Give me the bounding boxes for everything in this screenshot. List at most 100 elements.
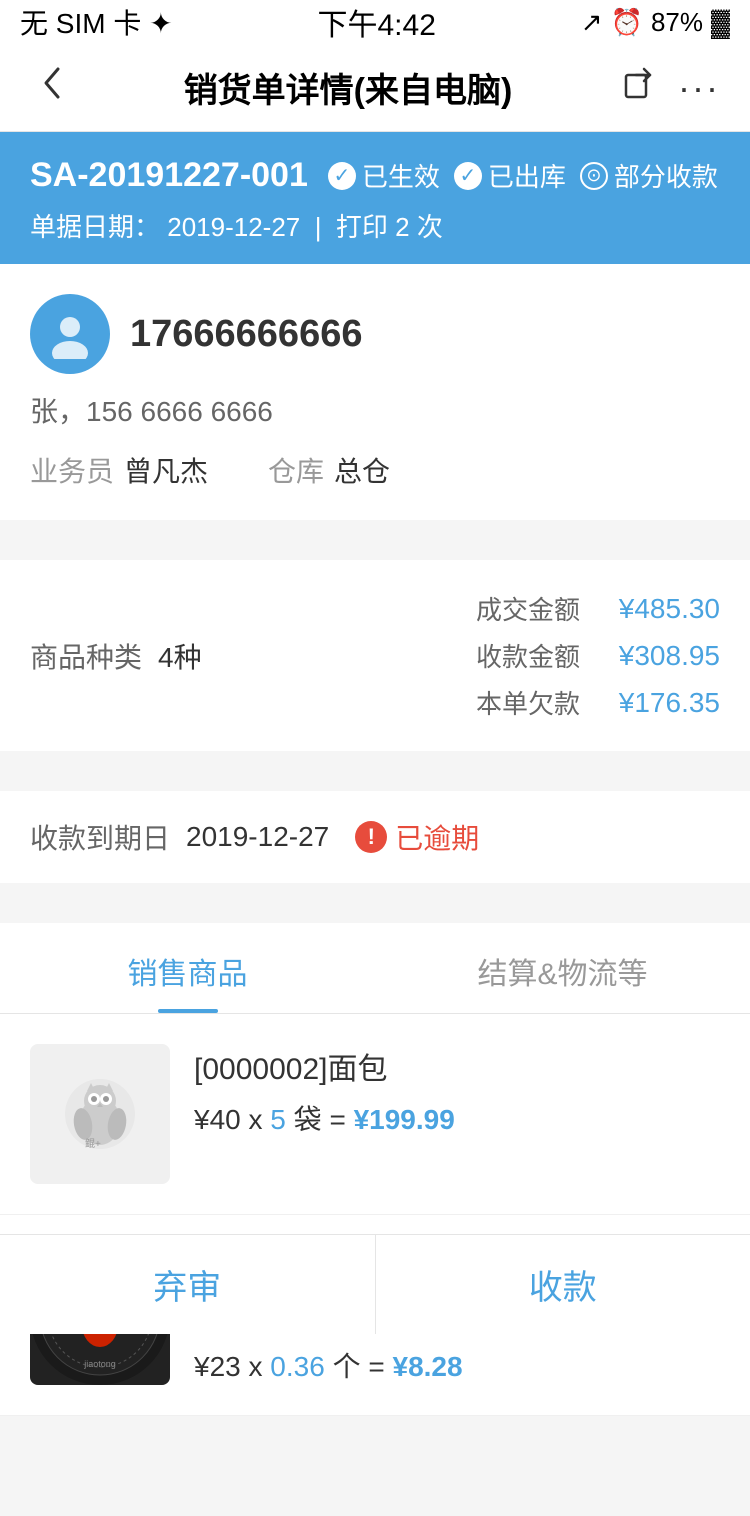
type-label: 商品种类 xyxy=(30,636,142,676)
status-right: ↗ ⏰ 87% ▓ xyxy=(581,7,730,38)
customer-name: 17666666666 xyxy=(130,313,362,356)
product-qty-1: 5 xyxy=(270,1104,286,1135)
share-icon[interactable] xyxy=(622,65,658,110)
due-date-value: 2019-12-27 xyxy=(186,821,329,853)
alarm-icon: ⏰ xyxy=(611,7,643,38)
battery-icon: ▓ xyxy=(711,7,730,38)
sales-label: 业务员 xyxy=(30,450,114,490)
badge-effective-label: 已生效 xyxy=(362,157,440,194)
tab-settlement-label: 结算&物流等 xyxy=(477,958,647,991)
status-bar: 无 SIM 卡 ✦ 下午4:42 ↗ ⏰ 87% ▓ xyxy=(0,0,750,44)
back-button[interactable] xyxy=(30,55,74,120)
warehouse-value: 总仓 xyxy=(334,450,390,490)
svg-text:鲲+: 鲲+ xyxy=(85,1137,101,1150)
battery-text: 87% xyxy=(651,7,703,38)
customer-meta: 业务员 曾凡杰 仓库 总仓 xyxy=(30,450,720,490)
tab-settlement[interactable]: 结算&物流等 xyxy=(375,923,750,1013)
check-icon-effective: ✓ xyxy=(328,162,356,190)
received-value: ¥308.95 xyxy=(600,640,720,672)
product-price-row-2: ¥23 x 0.36 个 = ¥8.28 xyxy=(194,1345,720,1385)
product-equals-1: = xyxy=(329,1104,353,1135)
clock-icon: ⊙ xyxy=(580,162,608,190)
overdue-text: 已逾期 xyxy=(395,817,479,857)
cancel-review-button[interactable]: 弃审 xyxy=(0,1235,376,1334)
warehouse: 仓库 总仓 xyxy=(268,450,390,490)
due-date-section: 收款到期日 2019-12-27 ! 已逾期 xyxy=(0,791,750,883)
badge-shipped: ✓ 已出库 xyxy=(454,157,566,194)
page-title: 销货单详情(来自电脑) xyxy=(184,63,513,112)
collect-payment-button[interactable]: 收款 xyxy=(376,1235,750,1334)
debt-row: 本单欠款 ¥176.35 xyxy=(476,684,720,721)
order-id: SA-20191227-001 xyxy=(30,156,308,195)
badge-partial-label: 部分收款 xyxy=(614,157,718,194)
product-type-count: 商品种类 4种 xyxy=(30,636,476,676)
nav-actions: ··· xyxy=(622,65,720,110)
product-multiply-1: x xyxy=(249,1104,271,1135)
debt-value: ¥176.35 xyxy=(600,687,720,719)
divider-1 xyxy=(0,520,750,540)
tab-products-label: 销售商品 xyxy=(128,958,248,991)
sales-person: 业务员 曾凡杰 xyxy=(30,450,208,490)
financial-stats: 成交金额 ¥485.30 收款金额 ¥308.95 本单欠款 ¥176.35 xyxy=(476,590,720,721)
product-unit-2: 个 xyxy=(333,1351,361,1382)
badge-shipped-label: 已出库 xyxy=(488,157,566,194)
sales-value: 曾凡杰 xyxy=(124,450,208,490)
check-icon-shipped: ✓ xyxy=(454,162,482,190)
status-time: 下午4:42 xyxy=(318,0,436,44)
product-unit-1: 袋 xyxy=(294,1104,322,1135)
order-date: 2019-12-27 xyxy=(167,212,300,242)
date-label: 单据日期： xyxy=(30,212,160,242)
tab-products[interactable]: 销售商品 xyxy=(0,923,375,1013)
product-price-1: ¥40 xyxy=(194,1104,241,1135)
product-qty-2: 0.36 xyxy=(270,1351,325,1382)
tab-bar: 销售商品 结算&物流等 xyxy=(0,923,750,1014)
overdue-icon: ! xyxy=(355,821,387,853)
divider-2 xyxy=(0,751,750,771)
stats-section: 商品种类 4种 成交金额 ¥485.30 收款金额 ¥308.95 本单欠款 ¥… xyxy=(0,560,750,751)
more-icon[interactable]: ··· xyxy=(678,67,720,109)
order-header-banner: SA-20191227-001 ✓ 已生效 ✓ 已出库 ⊙ 部分收款 单据日期：… xyxy=(0,132,750,264)
product-image-owl: 鲲+ xyxy=(55,1069,145,1159)
product-info-1: [0000002]面包 ¥40 x 5 袋 = ¥199.99 xyxy=(194,1044,720,1138)
customer-section: 17666666666 张，156 6666 6666 业务员 曾凡杰 仓库 总… xyxy=(0,264,750,520)
print-suffix: 次 xyxy=(417,212,443,242)
product-thumbnail-1: 鲲+ xyxy=(30,1044,170,1184)
product-total-2: ¥8.28 xyxy=(393,1351,463,1382)
product-list: 鲲+ [0000002]面包 ¥40 x 5 袋 = ¥199.99 xyxy=(0,1014,750,1416)
product-price-row-1: ¥40 x 5 袋 = ¥199.99 xyxy=(194,1098,720,1138)
nav-bar: 销货单详情(来自电脑) ··· xyxy=(0,44,750,132)
badge-effective: ✓ 已生效 xyxy=(328,157,440,194)
received-row: 收款金额 ¥308.95 xyxy=(476,637,720,674)
order-date-line: 单据日期： 2019-12-27 | 打印 2 次 xyxy=(30,207,720,244)
product-item: 鲲+ [0000002]面包 ¥40 x 5 袋 = ¥199.99 xyxy=(0,1014,750,1215)
cancel-review-label: 弃审 xyxy=(153,1260,221,1309)
collect-payment-label: 收款 xyxy=(529,1260,597,1309)
overdue-badge: ! 已逾期 xyxy=(355,817,479,857)
product-equals-2: = xyxy=(368,1351,392,1382)
product-multiply-2: x xyxy=(249,1351,271,1382)
amount-label: 成交金额 xyxy=(476,590,580,627)
divider-3 xyxy=(0,883,750,903)
print-count: 2 xyxy=(395,212,409,242)
received-label: 收款金额 xyxy=(476,637,580,674)
location-icon: ↗ xyxy=(581,7,603,38)
debt-label: 本单欠款 xyxy=(476,684,580,721)
customer-avatar xyxy=(30,294,110,374)
product-total-1: ¥199.99 xyxy=(354,1104,455,1135)
status-left: 无 SIM 卡 ✦ xyxy=(20,2,173,42)
tab-underline xyxy=(158,1009,218,1013)
amount-row: 成交金额 ¥485.30 xyxy=(476,590,720,627)
print-label: 打印 xyxy=(336,212,388,242)
amount-value: ¥485.30 xyxy=(600,593,720,625)
due-label: 收款到期日 xyxy=(30,817,170,857)
type-count: 4种 xyxy=(158,636,202,676)
svg-text:jiaotong: jiaotong xyxy=(83,1359,116,1369)
product-price-2: ¥23 xyxy=(194,1351,241,1382)
bottom-bar: 弃审 收款 xyxy=(0,1234,750,1334)
product-name-1: [0000002]面包 xyxy=(194,1044,720,1088)
badge-partial-payment: ⊙ 部分收款 xyxy=(580,157,718,194)
order-badges: ✓ 已生效 ✓ 已出库 ⊙ 部分收款 xyxy=(328,157,718,194)
bottom-spacer xyxy=(0,1416,750,1516)
customer-contact: 张，156 6666 6666 xyxy=(30,390,720,430)
warehouse-label: 仓库 xyxy=(268,450,324,490)
